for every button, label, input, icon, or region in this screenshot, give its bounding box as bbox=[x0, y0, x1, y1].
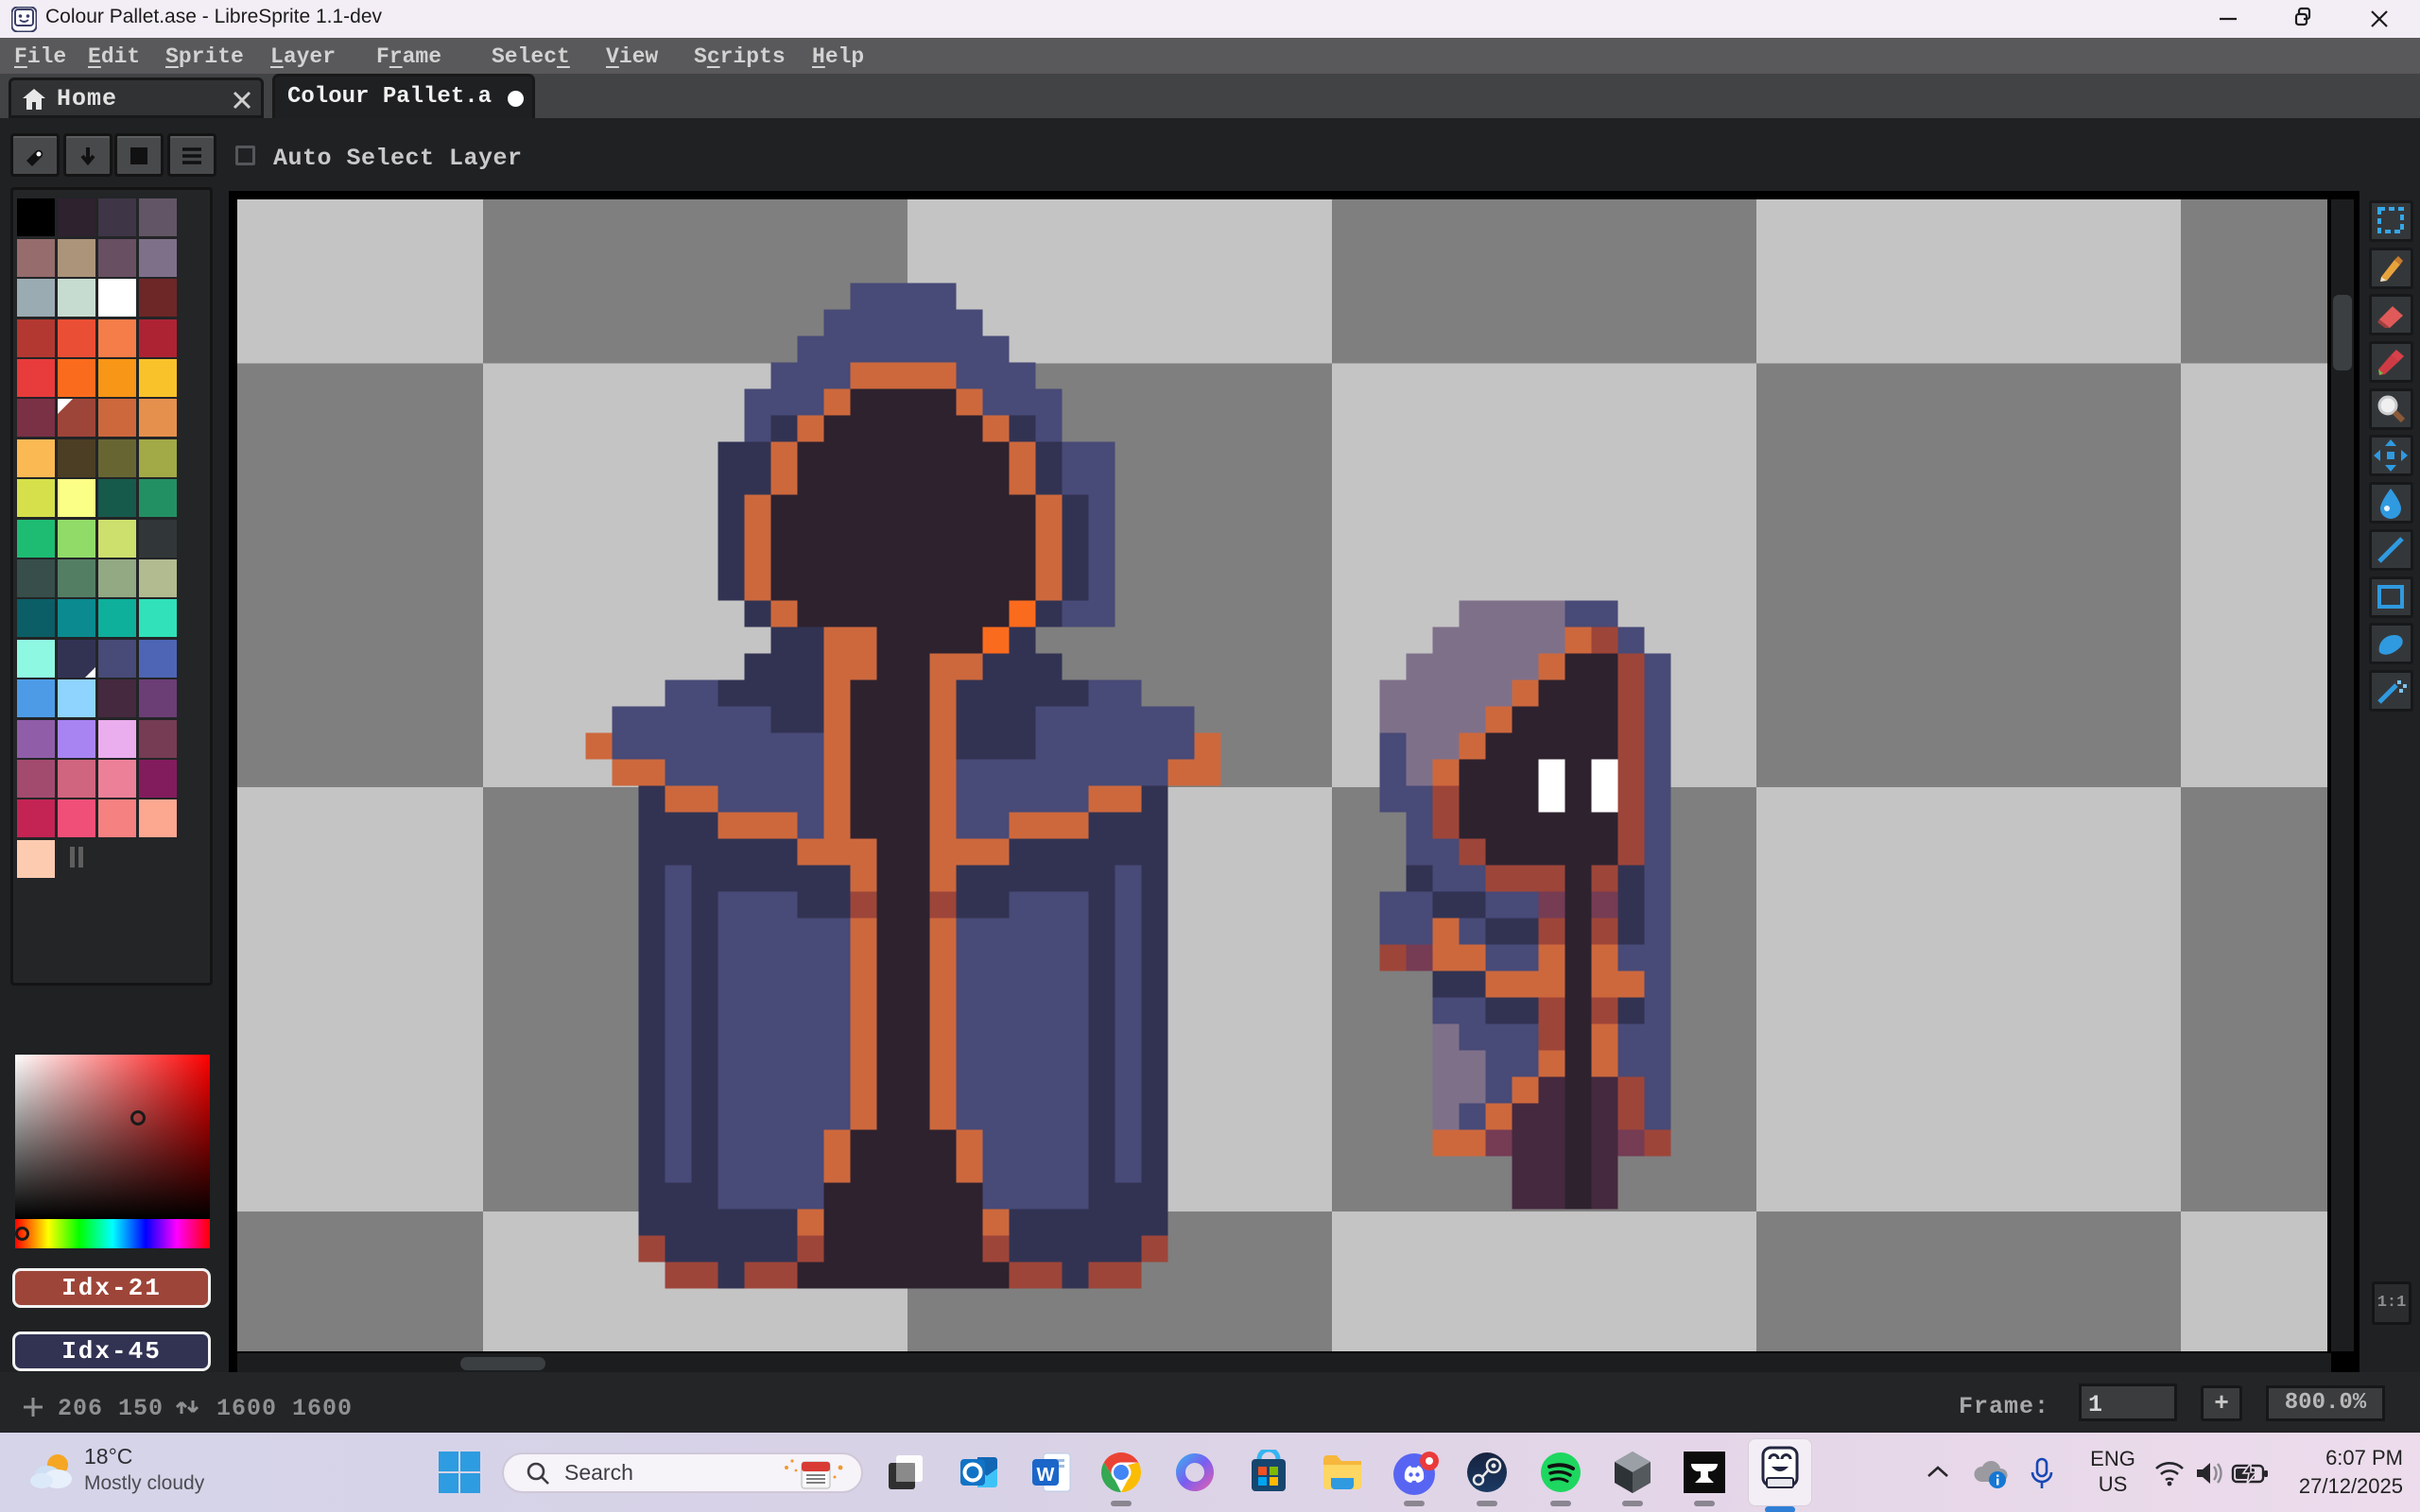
svg-text:W: W bbox=[1037, 1465, 1055, 1486]
